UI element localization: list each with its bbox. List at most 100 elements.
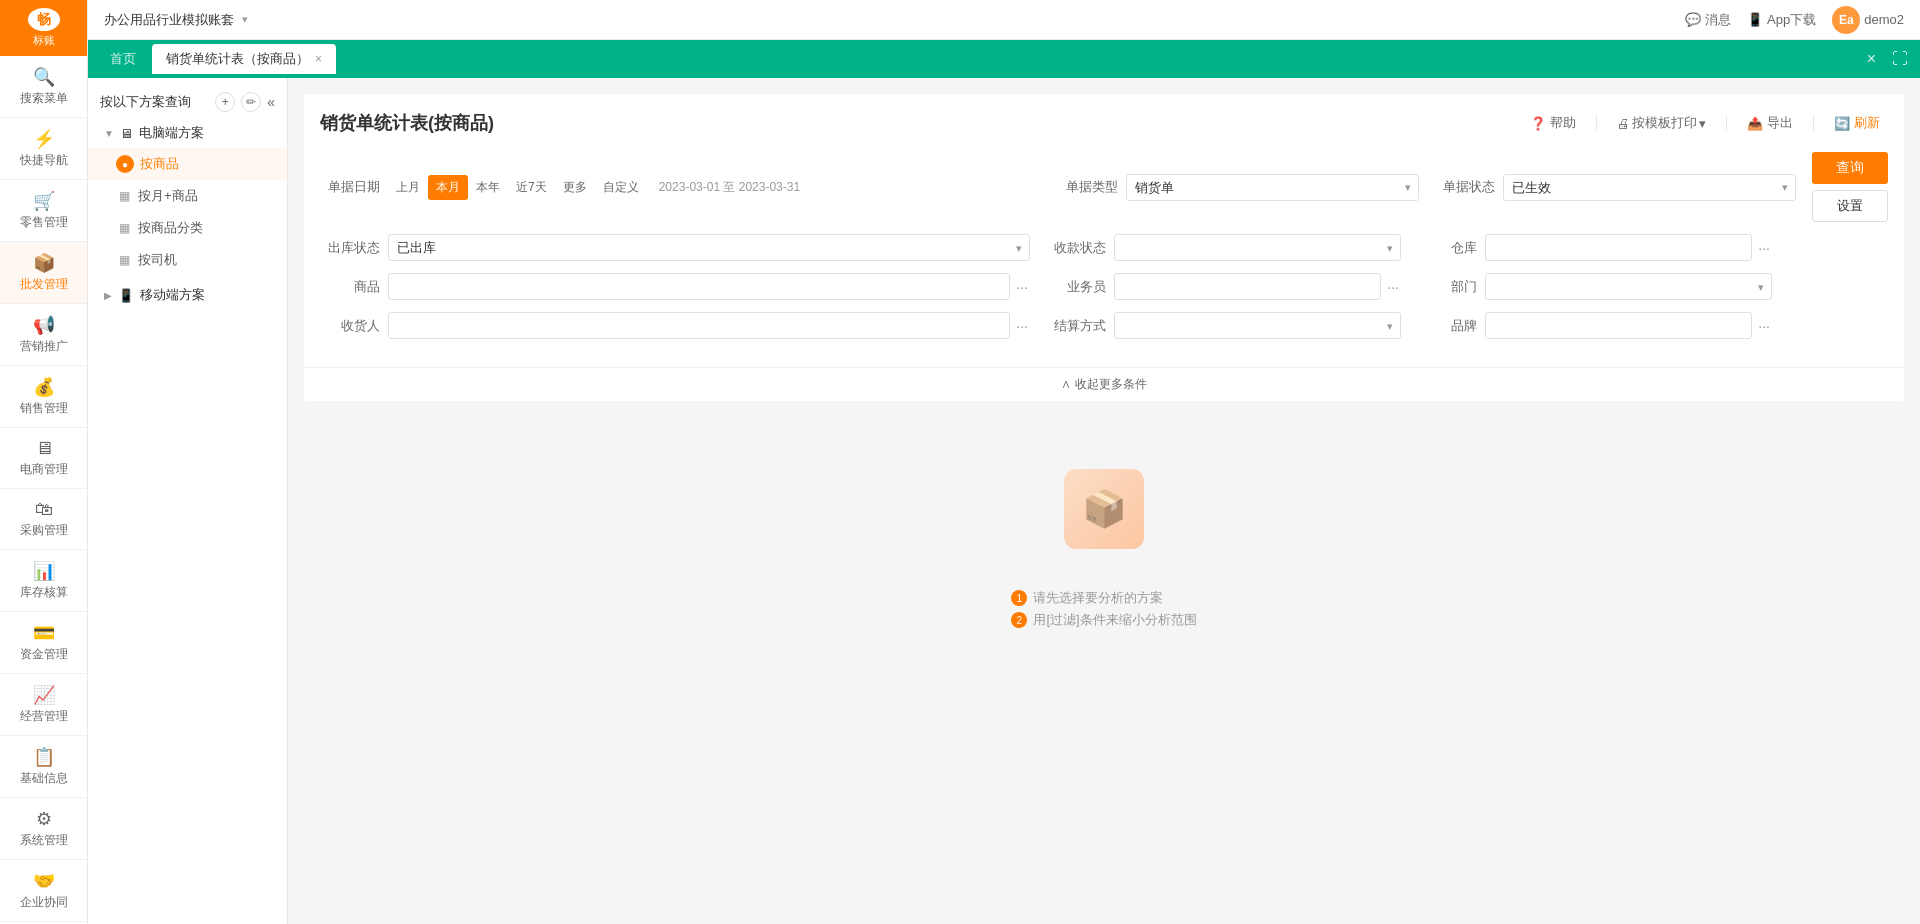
print-template-btn[interactable]: 🖨 按模板打印 ▾ bbox=[1609, 110, 1714, 136]
more-btn[interactable]: 更多 bbox=[555, 175, 595, 200]
sidebar-item-purchase[interactable]: 🛍 采购管理 bbox=[0, 489, 87, 550]
warehouse-dots[interactable]: ··· bbox=[1756, 240, 1772, 256]
nav-collapse-btn[interactable]: « bbox=[267, 94, 275, 110]
brand-input[interactable] bbox=[1485, 312, 1752, 339]
department-select[interactable] bbox=[1485, 273, 1772, 300]
last7-btn[interactable]: 近7天 bbox=[508, 175, 555, 200]
this-month-btn[interactable]: 本月 bbox=[428, 175, 468, 200]
app-download-action[interactable]: 📱 App下载 bbox=[1747, 11, 1816, 29]
badge-icon: ● bbox=[122, 159, 128, 170]
logo-icon: 畅 bbox=[28, 8, 60, 31]
filter-main-area: 销货单统计表(按商品) ❓ 帮助 🖨 按模板打印 ▾ bbox=[288, 78, 1920, 924]
tab-expand-btn[interactable]: ⛶ bbox=[1888, 46, 1912, 72]
doc-type-select[interactable]: 销货单 bbox=[1126, 174, 1419, 201]
workspace-chevron-icon[interactable]: ▾ bbox=[242, 13, 248, 26]
refresh-label: 刷新 bbox=[1854, 114, 1880, 132]
logo-label: 标账 bbox=[33, 33, 55, 48]
out-status-select[interactable]: 已出库 bbox=[388, 234, 1030, 261]
nav-item-by-category-label: 按商品分类 bbox=[138, 219, 203, 237]
consignee-input[interactable] bbox=[388, 312, 1010, 339]
operations-icon: 📈 bbox=[33, 684, 55, 706]
refresh-btn[interactable]: 🔄 刷新 bbox=[1826, 110, 1888, 136]
product-input[interactable] bbox=[388, 273, 1010, 300]
tab-close-all-btn[interactable]: × bbox=[1863, 46, 1880, 72]
custom-btn[interactable]: 自定义 bbox=[595, 175, 647, 200]
sidebar-item-operations[interactable]: 📈 经营管理 bbox=[0, 674, 87, 736]
export-btn[interactable]: 📤 导出 bbox=[1739, 110, 1801, 136]
sidebar-label-quick: 快捷导航 bbox=[20, 152, 68, 169]
sidebar-item-retail[interactable]: 🛒 零售管理 bbox=[0, 180, 87, 242]
payment-status-label: 收款状态 bbox=[1046, 239, 1106, 257]
settings-btn[interactable]: 设置 bbox=[1812, 190, 1888, 222]
sidebar-item-quick[interactable]: ⚡ 快捷导航 bbox=[0, 118, 87, 180]
sidebar-item-ecommerce[interactable]: 🖥 电商管理 bbox=[0, 428, 87, 489]
salesperson-dots[interactable]: ··· bbox=[1385, 279, 1401, 295]
filter-row-4: 收货人 ··· 结算方式 bbox=[320, 312, 1888, 339]
mobile-group-arrow-icon: ▶ bbox=[104, 290, 112, 301]
avatar: Ea bbox=[1832, 6, 1860, 34]
sidebar-item-sales[interactable]: 💰 销售管理 bbox=[0, 366, 87, 428]
product-label: 商品 bbox=[320, 278, 380, 296]
filter-doc-type: 单据类型 销货单 ▾ bbox=[1058, 174, 1419, 201]
top-bar-right: 💬 消息 📱 App下载 Ea demo2 bbox=[1685, 6, 1904, 34]
product-dots[interactable]: ··· bbox=[1014, 279, 1030, 295]
brand-dots[interactable]: ··· bbox=[1756, 318, 1772, 334]
this-year-btn[interactable]: 本年 bbox=[468, 175, 508, 200]
doc-type-wrap: 销货单 ▾ bbox=[1126, 174, 1419, 201]
out-status-label: 出库状态 bbox=[320, 239, 380, 257]
nav-item-by-product[interactable]: ● 按商品 bbox=[88, 148, 287, 180]
nav-item-by-cashier[interactable]: ▦ 按司机 bbox=[88, 244, 287, 276]
user-profile[interactable]: Ea demo2 bbox=[1832, 6, 1904, 34]
divider-1 bbox=[1596, 115, 1597, 131]
date-field-wrap: 上月 本月 本年 近7天 更多 自定义 2023-03-01 至 2023-03… bbox=[388, 175, 1042, 200]
consignee-dots[interactable]: ··· bbox=[1014, 318, 1030, 334]
nav-item-by-category[interactable]: ▦ 按商品分类 bbox=[88, 212, 287, 244]
sidebar-item-inventory[interactable]: 📊 库存核算 bbox=[0, 550, 87, 612]
settlement-select[interactable] bbox=[1114, 312, 1401, 339]
last-month-btn[interactable]: 上月 bbox=[388, 175, 428, 200]
nav-group-pc: ▼ 🖥 电脑端方案 ● 按商品 ▦ 按月+商品 ▦ 按商品分类 bbox=[88, 118, 287, 276]
nav-item-by-month-product[interactable]: ▦ 按月+商品 bbox=[88, 180, 287, 212]
nav-edit-btn[interactable]: ✏ bbox=[241, 92, 261, 112]
filter-card: 销货单统计表(按商品) ❓ 帮助 🖨 按模板打印 ▾ bbox=[304, 94, 1904, 401]
message-action[interactable]: 💬 消息 bbox=[1685, 11, 1731, 29]
nav-group-pc-title[interactable]: ▼ 🖥 电脑端方案 bbox=[88, 118, 287, 148]
query-btn[interactable]: 查询 bbox=[1812, 152, 1888, 184]
page-title-actions: ❓ 帮助 🖨 按模板打印 ▾ 📤 bbox=[1522, 110, 1888, 136]
payment-status-select[interactable] bbox=[1114, 234, 1401, 261]
main-area: 办公用品行业模拟账套 ▾ 💬 消息 📱 App下载 Ea demo2 首页 bbox=[88, 0, 1920, 924]
salesperson-input[interactable] bbox=[1114, 273, 1381, 300]
sidebar-item-enterprise[interactable]: 🤝 企业协同 bbox=[0, 860, 87, 922]
empty-hints: 1 请先选择要分析的方案 2 用[过滤]条件来缩小分析范围 bbox=[1011, 589, 1196, 633]
tab-sales-stats[interactable]: 销货单统计表（按商品） × bbox=[152, 44, 336, 74]
sidebar-item-search[interactable]: 🔍 搜索菜单 bbox=[0, 56, 87, 118]
tab-close-btn[interactable]: × bbox=[315, 52, 322, 66]
tab-home[interactable]: 首页 bbox=[96, 44, 150, 74]
collapse-bar-label: ∧ 收起更多条件 bbox=[1061, 376, 1146, 393]
filter-row-3: 商品 ··· 业务员 ··· bbox=[320, 273, 1888, 300]
filter-warehouse: 仓库 ··· bbox=[1417, 234, 1772, 261]
sidebar-label-search: 搜索菜单 bbox=[20, 90, 68, 107]
page-title-bar: 销货单统计表(按商品) ❓ 帮助 🖨 按模板打印 ▾ bbox=[320, 110, 1888, 136]
doc-status-select[interactable]: 已生效 bbox=[1503, 174, 1796, 201]
help-btn[interactable]: ❓ 帮助 bbox=[1522, 110, 1584, 136]
nav-group-mobile-title[interactable]: ▶ 📱 移动端方案 bbox=[88, 280, 287, 310]
empty-hint-2: 2 用[过滤]条件来缩小分析范围 bbox=[1011, 611, 1196, 629]
content-area: 按以下方案查询 + ✏ « ▼ 🖥 电脑端方案 ● 按商 bbox=[88, 78, 1920, 924]
sidebar-item-finance[interactable]: 💳 资金管理 bbox=[0, 612, 87, 674]
empty-icon: 📦 bbox=[1044, 469, 1164, 569]
hint-1-num: 1 bbox=[1011, 590, 1027, 606]
warehouse-input[interactable] bbox=[1485, 234, 1752, 261]
system-icon: ⚙ bbox=[36, 808, 52, 830]
nav-add-btn[interactable]: + bbox=[215, 92, 235, 112]
collapse-bar[interactable]: ∧ 收起更多条件 bbox=[304, 367, 1904, 401]
sidebar-item-basic[interactable]: 📋 基础信息 bbox=[0, 736, 87, 798]
empty-state: 📦 1 请先选择要分析的方案 2 用[过滤]条件来缩小分析范围 bbox=[304, 409, 1904, 693]
sidebar-item-marketing[interactable]: 📢 营销推广 bbox=[0, 304, 87, 366]
filter-settlement: 结算方式 ▾ bbox=[1046, 312, 1401, 339]
help-label: 帮助 bbox=[1550, 114, 1576, 132]
sidebar-item-system[interactable]: ⚙ 系统管理 bbox=[0, 798, 87, 860]
sidebar-item-wholesale[interactable]: 📦 批发管理 bbox=[0, 242, 87, 304]
filter-department: 部门 ▾ bbox=[1417, 273, 1772, 300]
app-logo: 畅 标账 bbox=[0, 0, 87, 56]
